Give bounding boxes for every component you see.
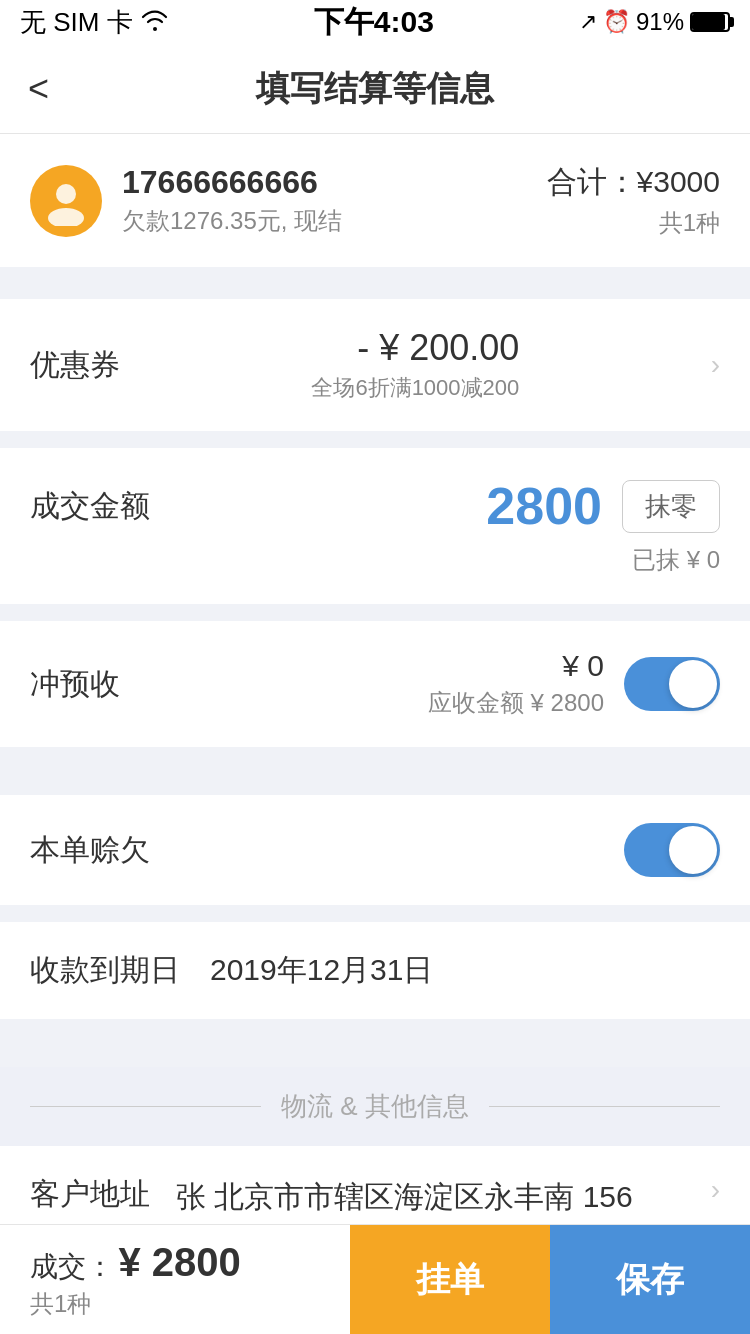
bottom-bar: 成交： ¥ 2800 共1种 挂单 保存 [0,1224,750,1334]
customer-totals: 合计：¥3000 共1种 [547,162,720,239]
coupon-amount: - ¥ 200.00 [311,327,519,369]
total-amount: 合计：¥3000 [547,162,720,203]
battery-percent: 91% [636,8,684,36]
transaction-sub: 已抹 ¥ 0 [30,544,720,576]
alarm-icon: ⏰ [603,9,630,35]
svg-point-1 [48,208,84,226]
credit-label: 本单赊欠 [30,830,150,871]
pending-button[interactable]: 挂单 [350,1225,550,1335]
customer-section: 17666666666 欠款1276.35元, 现结 合计：¥3000 共1种 [0,134,750,267]
back-button[interactable]: < [28,68,49,110]
divider-2 [0,432,750,448]
logistics-divider: 物流 & 其他信息 [0,1067,750,1146]
address-label: 客户地址 [30,1174,160,1215]
status-right: ↗ ⏰ 91% [579,8,730,36]
customer-phone: 17666666666 [122,164,342,201]
transaction-value: 2800 [486,476,602,536]
bottom-sub: 共1种 [30,1288,320,1320]
prepay-section: 冲预收 ¥ 0 应收金额 ¥ 2800 [0,620,750,747]
customer-debt: 欠款1276.35元, 现结 [122,205,342,237]
customer-left: 17666666666 欠款1276.35元, 现结 [30,164,342,237]
divider-line-left [30,1106,261,1107]
status-bar: 无 SIM 卡 下午4:03 ↗ ⏰ 91% [0,0,750,44]
credit-toggle-knob [669,826,717,874]
toggle-knob [669,660,717,708]
bottom-total: 成交： ¥ 2800 共1种 [0,1240,350,1320]
status-left: 无 SIM 卡 [20,5,169,40]
content-area: 17666666666 欠款1276.35元, 现结 合计：¥3000 共1种 … [0,134,750,1334]
prepay-toggle[interactable] [624,657,720,711]
prepay-amounts: ¥ 0 应收金额 ¥ 2800 [428,649,604,719]
status-time: 下午4:03 [314,2,434,43]
transaction-section: 成交金额 2800 抹零 已抹 ¥ 0 [0,448,750,604]
prepay-right: ¥ 0 应收金额 ¥ 2800 [428,649,720,719]
divider-3 [0,763,750,779]
location-icon: ↗ [579,9,597,35]
battery-icon [690,12,730,32]
duedate-label: 收款到期日 [30,950,180,991]
save-button[interactable]: 保存 [550,1225,750,1335]
svg-point-0 [56,184,76,204]
coupon-row[interactable]: 优惠券 - ¥ 200.00 全场6折满1000减200 › [0,299,750,432]
duedate-section: 收款到期日 2019年12月31日 [0,921,750,1019]
coupon-chevron-icon: › [711,349,720,381]
page-title: 填写结算等信息 [256,66,494,112]
address-chevron-icon: › [711,1174,720,1206]
customer-info: 17666666666 欠款1276.35元, 现结 [122,164,342,237]
duedate-value: 2019年12月31日 [210,950,433,991]
total-count: 共1种 [547,207,720,239]
round-button[interactable]: 抹零 [622,480,720,533]
prepay-label: 冲预收 [30,664,120,705]
bottom-amount: ¥ 2800 [118,1240,240,1284]
transaction-right: 2800 抹零 [486,476,720,536]
divider-line-right [489,1106,720,1107]
credit-section: 本单赊欠 [0,795,750,905]
prepay-sub: 应收金额 ¥ 2800 [428,687,604,719]
avatar [30,165,102,237]
carrier-text: 无 SIM 卡 [20,5,133,40]
divider-1 [0,283,750,299]
transaction-label: 成交金额 [30,486,150,527]
coupon-detail: 全场6折满1000减200 [311,373,519,403]
nav-bar: < 填写结算等信息 [0,44,750,134]
wifi-icon [141,7,169,38]
transaction-row: 成交金额 2800 抹零 [30,476,720,536]
bottom-label: 成交： [30,1251,114,1282]
divider-4 [0,1035,750,1051]
logistics-label: 物流 & 其他信息 [281,1089,469,1124]
bottom-total-row: 成交： ¥ 2800 [30,1240,320,1286]
credit-toggle[interactable] [624,823,720,877]
coupon-label: 优惠券 [30,345,120,386]
prepay-value: ¥ 0 [428,649,604,683]
